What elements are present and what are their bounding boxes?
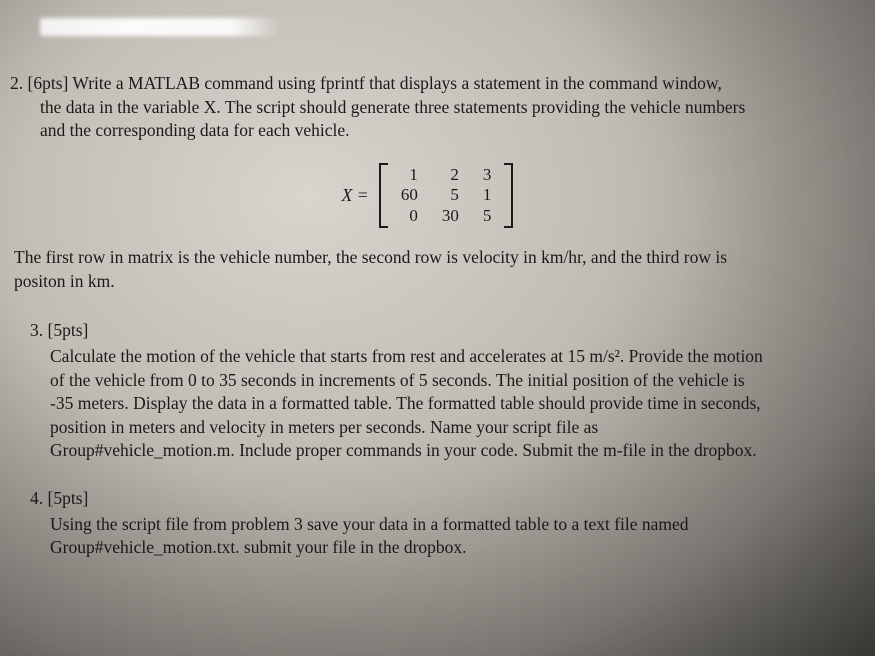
matrix-cell: 0	[389, 206, 430, 226]
matrix-cell: 2	[430, 165, 471, 185]
matrix-cell: 60	[389, 185, 430, 205]
q4-line1: Using the script file from problem 3 sav…	[50, 513, 825, 537]
q3-number: 3.	[30, 320, 43, 340]
rows-description: The first row in matrix is the vehicle n…	[14, 246, 845, 293]
screen-glare	[40, 18, 280, 36]
q2-text-line2: the data in the variable X. The script s…	[10, 96, 845, 120]
document-page: 2. [6pts] Write a MATLAB command using f…	[0, 0, 875, 604]
q2-points: [6pts]	[28, 73, 69, 93]
question-3: 3. [5pts] Calculate the motion of the ve…	[30, 319, 845, 463]
matrix-cell: 1	[471, 185, 504, 205]
q2-number: 2.	[10, 73, 23, 93]
q4-number: 4.	[30, 488, 43, 508]
q2-first-line: 2. [6pts] Write a MATLAB command using f…	[10, 72, 845, 96]
matrix-cell: 3	[471, 165, 504, 185]
q4-header: 4. [5pts]	[30, 487, 825, 511]
q2-text-line1: Write a MATLAB command using fprintf tha…	[72, 73, 721, 93]
matrix-row-1: 1 2 3	[389, 165, 504, 185]
q3-body: Calculate the motion of the vehicle that…	[30, 345, 825, 463]
question-4: 4. [5pts] Using the script file from pro…	[30, 487, 845, 560]
matrix-cell: 5	[471, 206, 504, 226]
q3-line1: Calculate the motion of the vehicle that…	[50, 345, 825, 369]
q4-line2: Group#vehicle_motion.txt. submit your fi…	[50, 536, 825, 560]
q4-body: Using the script file from problem 3 sav…	[30, 513, 825, 560]
matrix-row-3: 0 30 5	[389, 206, 504, 226]
matrix-lhs: X =	[342, 184, 369, 208]
q4-points: [5pts]	[48, 488, 89, 508]
matrix-brackets: 1 2 3 60 5 1 0 30 5	[379, 163, 514, 228]
matrix-row-2: 60 5 1	[389, 185, 504, 205]
matrix-cell: 30	[430, 206, 471, 226]
q3-line2: of the vehicle from 0 to 35 seconds in i…	[50, 369, 825, 393]
rows-desc-line2: positon in km.	[14, 270, 825, 294]
q2-text-line3: and the corresponding data for each vehi…	[10, 119, 845, 143]
q3-line4: position in meters and velocity in meter…	[50, 416, 825, 440]
matrix-equation: X = 1 2 3 60 5 1 0 30 5	[10, 163, 845, 228]
q3-points: [5pts]	[48, 320, 89, 340]
matrix-table: 1 2 3 60 5 1 0 30 5	[389, 165, 504, 226]
q3-header: 3. [5pts]	[30, 319, 825, 343]
question-2: 2. [6pts] Write a MATLAB command using f…	[10, 72, 845, 143]
q3-line3: -35 meters. Display the data in a format…	[50, 392, 825, 416]
rows-desc-line1: The first row in matrix is the vehicle n…	[14, 246, 825, 270]
matrix-cell: 1	[389, 165, 430, 185]
q3-line5: Group#vehicle_motion.m. Include proper c…	[50, 439, 825, 463]
matrix-cell: 5	[430, 185, 471, 205]
